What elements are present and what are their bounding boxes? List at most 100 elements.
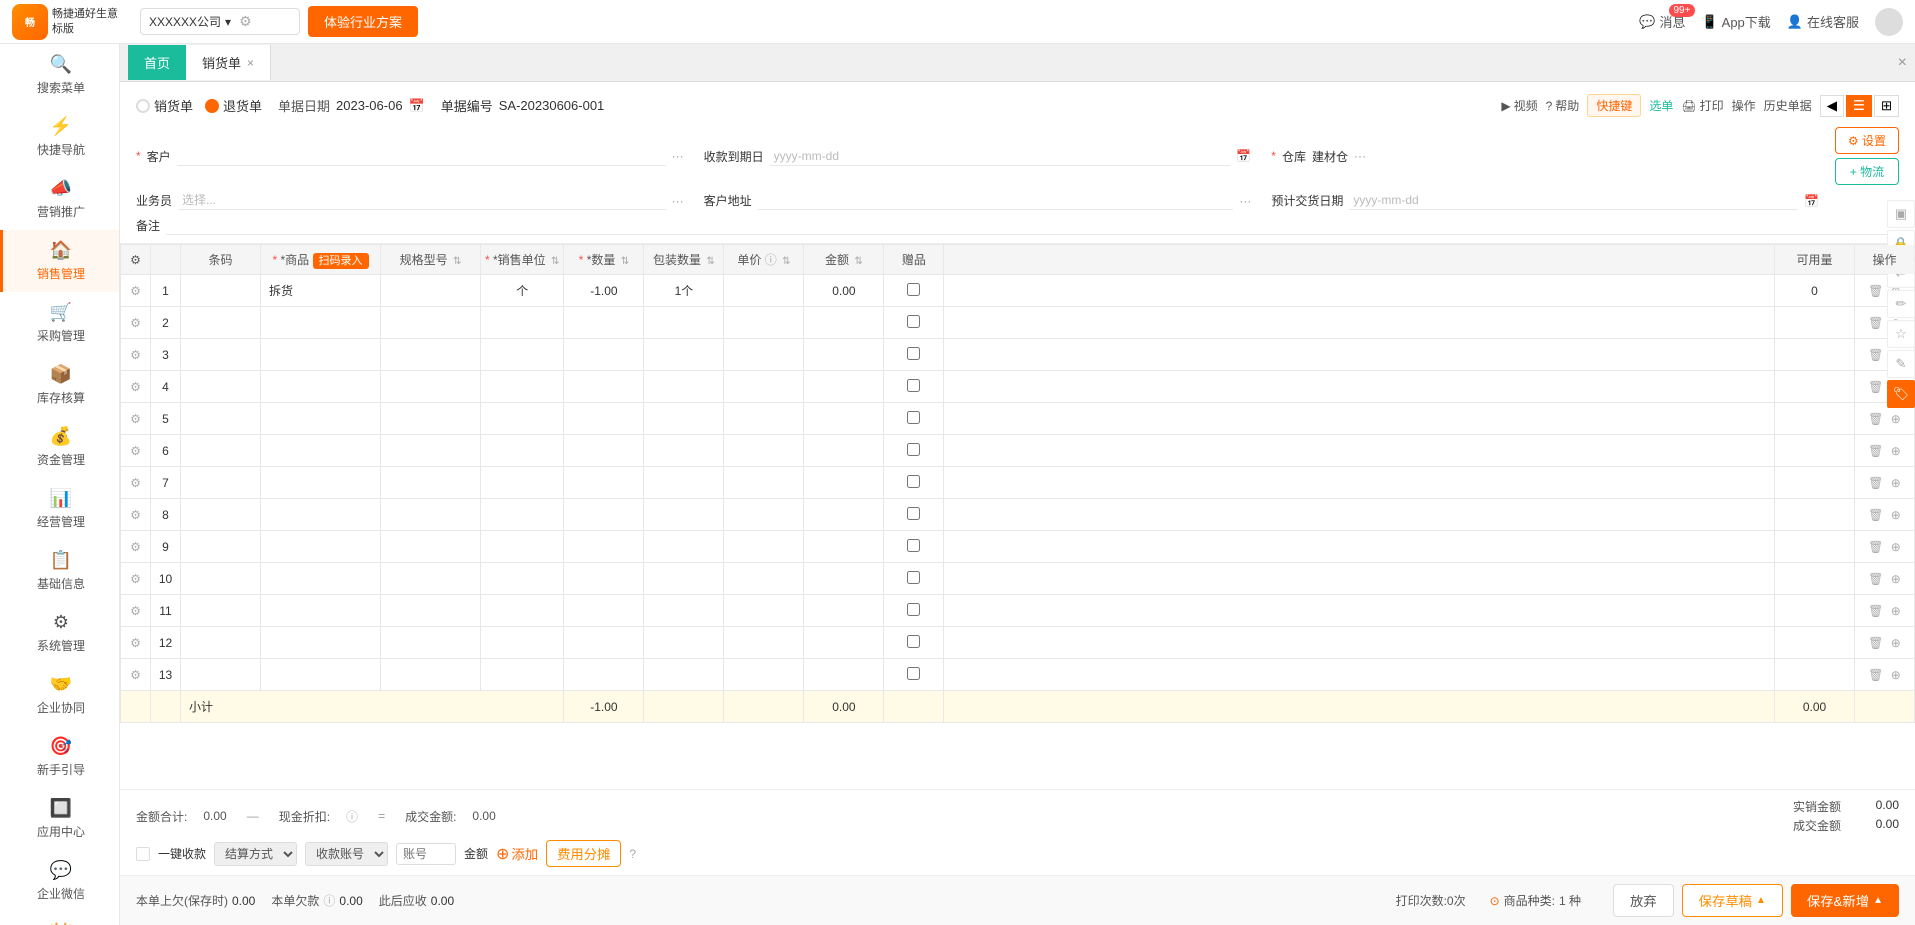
row-unit-3[interactable] bbox=[481, 371, 564, 403]
row-price-11[interactable] bbox=[724, 627, 804, 659]
fee-split-button[interactable]: 费用分摊 bbox=[546, 840, 621, 867]
row-product-1[interactable] bbox=[261, 307, 381, 339]
price-sort-icon[interactable]: ⇅ bbox=[782, 256, 790, 267]
row-ops-8[interactable]: 🗑 ⊕ bbox=[1855, 531, 1915, 563]
settlement-method-select[interactable]: 结算方式 bbox=[214, 842, 297, 866]
row-qty-11[interactable] bbox=[564, 627, 644, 659]
sidebar-item-guide[interactable]: 🎯 新手引导 bbox=[0, 726, 119, 788]
row-setting-3[interactable]: ⚙ bbox=[121, 371, 151, 403]
spec-sort-icon[interactable]: ⇅ bbox=[453, 256, 461, 267]
row-qty-5[interactable] bbox=[564, 435, 644, 467]
row-price-9[interactable] bbox=[724, 563, 804, 595]
row-price-7[interactable] bbox=[724, 499, 804, 531]
service-button[interactable]: 👤 在线客服 bbox=[1787, 12, 1859, 31]
row-unit-5[interactable] bbox=[481, 435, 564, 467]
sidebar-item-marketing[interactable]: 📣 营销推广 bbox=[0, 168, 119, 230]
row-product-9[interactable] bbox=[261, 563, 381, 595]
row-unit-2[interactable] bbox=[481, 339, 564, 371]
row-qty-4[interactable] bbox=[564, 403, 644, 435]
row-spec-11[interactable] bbox=[381, 627, 481, 659]
row-gift-5[interactable] bbox=[884, 435, 944, 467]
fee-help-icon[interactable]: ? bbox=[629, 847, 636, 861]
row-gift-12[interactable] bbox=[884, 659, 944, 691]
rt-btn-1[interactable]: ▣ bbox=[1887, 200, 1915, 228]
row-amount-5[interactable] bbox=[804, 435, 884, 467]
row-setting-12[interactable]: ⚙ bbox=[121, 659, 151, 691]
row-price-4[interactable] bbox=[724, 403, 804, 435]
row-price-8[interactable] bbox=[724, 531, 804, 563]
setting-button[interactable]: ⚙ 设置 bbox=[1835, 127, 1899, 154]
salesperson-input[interactable] bbox=[178, 191, 666, 210]
row-qty-3[interactable] bbox=[564, 371, 644, 403]
row-ops-12[interactable]: 🗑 ⊕ bbox=[1855, 659, 1915, 691]
row-amount-11[interactable] bbox=[804, 627, 884, 659]
row-product-10[interactable] bbox=[261, 595, 381, 627]
row-product-3[interactable] bbox=[261, 371, 381, 403]
row-barcode-10[interactable] bbox=[181, 595, 261, 627]
row-pkgqty-11[interactable] bbox=[644, 627, 724, 659]
row-unit-8[interactable] bbox=[481, 531, 564, 563]
amount-sort-icon[interactable]: ⇅ bbox=[854, 256, 862, 267]
row-barcode-8[interactable] bbox=[181, 531, 261, 563]
row-qty-7[interactable] bbox=[564, 499, 644, 531]
row-unit-0[interactable]: 个 bbox=[481, 275, 564, 307]
due-date-calendar-icon[interactable]: 📅 bbox=[1236, 149, 1251, 163]
row-unit-4[interactable] bbox=[481, 403, 564, 435]
row-product-5[interactable] bbox=[261, 435, 381, 467]
row-unit-6[interactable] bbox=[481, 467, 564, 499]
row-qty-8[interactable] bbox=[564, 531, 644, 563]
row-amount-8[interactable] bbox=[804, 531, 884, 563]
history-action[interactable]: 历史单据 bbox=[1764, 97, 1812, 114]
rt-btn-4[interactable]: ✏ bbox=[1887, 290, 1915, 318]
select-action[interactable]: 选单 bbox=[1649, 97, 1673, 114]
row-pkgqty-9[interactable] bbox=[644, 563, 724, 595]
pkgqty-sort-icon[interactable]: ⇅ bbox=[706, 256, 714, 267]
sidebar-item-search[interactable]: 🔍 搜索菜单 bbox=[0, 44, 119, 106]
rt-btn-5[interactable]: ☆ bbox=[1887, 320, 1915, 348]
due-date-input[interactable] bbox=[770, 147, 1231, 166]
calendar-icon[interactable]: 📅 bbox=[409, 98, 425, 114]
row-spec-6[interactable] bbox=[381, 467, 481, 499]
sidebar-item-quick-nav[interactable]: ⚡ 快捷导航 bbox=[0, 106, 119, 168]
logistics-button[interactable]: + 物流 bbox=[1835, 158, 1899, 185]
discard-button[interactable]: 放弃 bbox=[1613, 884, 1674, 917]
video-action[interactable]: ▶ 视频 bbox=[1501, 97, 1537, 114]
tab-home[interactable]: 首页 bbox=[128, 45, 186, 80]
row-barcode-6[interactable] bbox=[181, 467, 261, 499]
company-selector[interactable]: XXXXXX公司 ▾ ⚙ bbox=[140, 8, 300, 35]
row-barcode-0[interactable] bbox=[181, 275, 261, 307]
row-gift-9[interactable] bbox=[884, 563, 944, 595]
row-gift-3[interactable] bbox=[884, 371, 944, 403]
row-price-3[interactable] bbox=[724, 371, 804, 403]
row-spec-4[interactable] bbox=[381, 403, 481, 435]
row-gift-8[interactable] bbox=[884, 531, 944, 563]
expected-date-input[interactable] bbox=[1349, 191, 1798, 210]
row-gift-10[interactable] bbox=[884, 595, 944, 627]
view-btn-left[interactable]: ◀ bbox=[1820, 95, 1844, 117]
row-product-0[interactable]: 拆货 bbox=[261, 275, 381, 307]
row-setting-10[interactable]: ⚙ bbox=[121, 595, 151, 627]
row-barcode-12[interactable] bbox=[181, 659, 261, 691]
row-pkgqty-12[interactable] bbox=[644, 659, 724, 691]
row-spec-2[interactable] bbox=[381, 339, 481, 371]
row-qty-2[interactable] bbox=[564, 339, 644, 371]
shortcut-action[interactable]: 快捷键 bbox=[1587, 94, 1641, 117]
row-spec-3[interactable] bbox=[381, 371, 481, 403]
tab-sale-order[interactable]: 销货单 × bbox=[186, 45, 271, 80]
row-amount-12[interactable] bbox=[804, 659, 884, 691]
row-product-6[interactable] bbox=[261, 467, 381, 499]
row-product-2[interactable] bbox=[261, 339, 381, 371]
row-unit-10[interactable] bbox=[481, 595, 564, 627]
sidebar-item-enterprise[interactable]: 🤝 企业协同 bbox=[0, 664, 119, 726]
sidebar-item-purchase[interactable]: 🛒 采购管理 bbox=[0, 292, 119, 354]
message-button[interactable]: 💬 消息 99+ bbox=[1639, 12, 1685, 31]
warehouse-more-icon[interactable]: ··· bbox=[1354, 149, 1366, 163]
row-spec-7[interactable] bbox=[381, 499, 481, 531]
unit-sort-icon[interactable]: ⇅ bbox=[551, 256, 559, 267]
row-amount-0[interactable]: 0.00 bbox=[804, 275, 884, 307]
row-pkgqty-3[interactable] bbox=[644, 371, 724, 403]
row-price-0[interactable] bbox=[724, 275, 804, 307]
sidebar-item-business[interactable]: 📊 经营管理 bbox=[0, 478, 119, 540]
tab-expand-button[interactable]: × bbox=[1898, 54, 1907, 72]
row-spec-1[interactable] bbox=[381, 307, 481, 339]
